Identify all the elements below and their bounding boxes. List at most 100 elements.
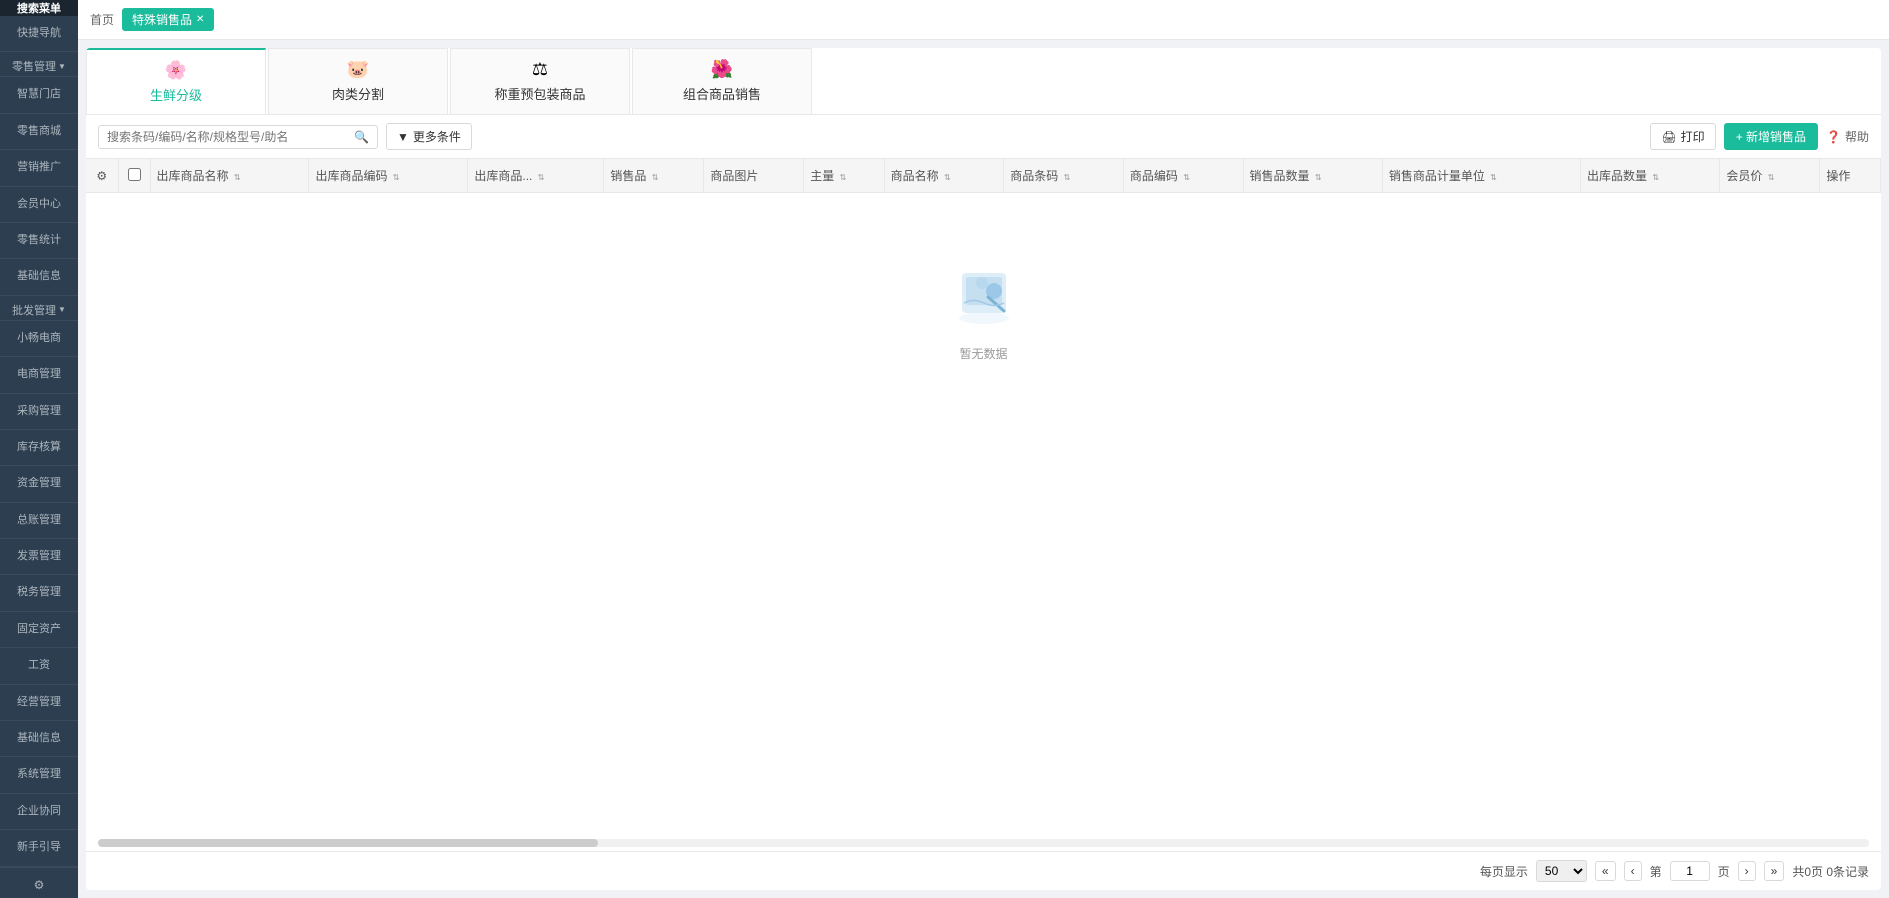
th-operation: 操作 bbox=[1820, 159, 1881, 193]
search-wrap: 🔍 bbox=[98, 125, 378, 149]
empty-state: 暂无数据 bbox=[86, 193, 1881, 422]
th-outbound-spec[interactable]: 出库商品... ⇅ bbox=[468, 159, 604, 193]
close-icon[interactable]: ✕ bbox=[196, 14, 204, 25]
tab-combo-sales[interactable]: 🌺 组合商品销售 bbox=[632, 48, 812, 114]
page-area: 🌸 生鲜分级 🐷 肉类分割 ⚖ 称重预包装商品 🌺 组合商品销售 🔍 bbox=[86, 48, 1881, 890]
sidebar-item-fixed-assets[interactable]: 固定资产 bbox=[0, 612, 78, 648]
main-content: 首页 特殊销售品 ✕ 🌸 生鲜分级 🐷 肉类分割 ⚖ 称重预包装商品 🌺 组合商… bbox=[78, 0, 1889, 898]
tab-meat-cutting[interactable]: 🐷 肉类分割 bbox=[268, 48, 448, 114]
print-icon: 🖨 bbox=[1661, 130, 1676, 144]
sidebar-logo[interactable]: 搜索菜单 bbox=[0, 0, 78, 16]
sidebar-item-operations[interactable]: 经营管理 bbox=[0, 685, 78, 721]
sidebar-item-finance[interactable]: 资金管理 bbox=[0, 466, 78, 502]
sidebar-item-retail-mgmt[interactable]: 零售管理 ▼ bbox=[0, 52, 78, 77]
search-input[interactable] bbox=[107, 130, 350, 144]
sort-icon: ⇅ bbox=[944, 173, 951, 182]
sidebar-item-payroll[interactable]: 工资 bbox=[0, 648, 78, 684]
per-page-select[interactable]: 10 20 50 100 bbox=[1536, 860, 1587, 882]
search-icon: 🔍 bbox=[354, 130, 369, 144]
th-outbound-qty[interactable]: 出库品数量 ⇅ bbox=[1581, 159, 1720, 193]
th-barcode[interactable]: 商品条码 ⇅ bbox=[1004, 159, 1124, 193]
total-records-label: 共0页 0条记录 bbox=[1792, 863, 1869, 880]
page-label-prefix: 第 bbox=[1650, 863, 1662, 880]
print-button[interactable]: 🖨 打印 bbox=[1650, 123, 1715, 150]
sidebar-item-members[interactable]: 会员中心 bbox=[0, 187, 78, 223]
sidebar-item-base-info[interactable]: 基础信息 bbox=[0, 721, 78, 757]
th-outbound-name[interactable]: 出库商品名称 ⇅ bbox=[150, 159, 309, 193]
filter-label: 更多条件 bbox=[413, 128, 461, 145]
sidebar-item-guide[interactable]: 新手引导 bbox=[0, 830, 78, 866]
table-wrap: ⚙ 出库商品名称 ⇅ 出库商品编码 ⇅ 出库商品... ⇅ bbox=[86, 159, 1881, 839]
sort-icon: ⇅ bbox=[1490, 173, 1497, 182]
filter-icon: ▼ bbox=[397, 130, 409, 144]
tab-bar: 🌸 生鲜分级 🐷 肉类分割 ⚖ 称重预包装商品 🌺 组合商品销售 bbox=[86, 48, 1881, 115]
horizontal-scrollbar[interactable] bbox=[98, 839, 1869, 847]
add-sales-item-button[interactable]: + 新增销售品 bbox=[1724, 123, 1818, 150]
chevron-down-icon: ▼ bbox=[58, 62, 66, 71]
sort-icon: ⇅ bbox=[538, 173, 545, 182]
sort-icon: ⇅ bbox=[393, 173, 400, 182]
th-sales-unit[interactable]: 销售商品计量单位 ⇅ bbox=[1382, 159, 1580, 193]
empty-illustration bbox=[944, 253, 1024, 333]
sort-icon: ⇅ bbox=[1183, 173, 1190, 182]
sidebar-item-invoice[interactable]: 发票管理 bbox=[0, 539, 78, 575]
sidebar-item-marketing[interactable]: 营销推广 bbox=[0, 150, 78, 186]
page-label-suffix: 页 bbox=[1718, 863, 1730, 880]
th-outbound-code[interactable]: 出库商品编码 ⇅ bbox=[309, 159, 468, 193]
sidebar-item-ecommerce-mini[interactable]: 小畅电商 bbox=[0, 321, 78, 357]
breadcrumb-current: 特殊销售品 ✕ bbox=[122, 8, 214, 31]
sidebar-item-enterprise[interactable]: 企业协同 bbox=[0, 794, 78, 830]
first-page-button[interactable]: « bbox=[1595, 861, 1616, 881]
th-member-price[interactable]: 会员价 ⇅ bbox=[1720, 159, 1820, 193]
meat-cutting-icon: 🐷 bbox=[347, 59, 369, 80]
empty-text: 暂无数据 bbox=[959, 345, 1007, 362]
th-image: 商品图片 bbox=[704, 159, 804, 193]
toolbar-right: 🖨 打印 + 新增销售品 ❓ 帮助 bbox=[1650, 123, 1869, 150]
sidebar-item-ecommerce-mgmt[interactable]: 电商管理 bbox=[0, 357, 78, 393]
tab-weigh-prepack[interactable]: ⚖ 称重预包装商品 bbox=[450, 48, 630, 114]
sidebar-item-wholesale[interactable]: 批发管理 ▼ bbox=[0, 296, 78, 321]
sort-icon: ⇅ bbox=[652, 173, 659, 182]
fresh-grading-icon: 🌸 bbox=[165, 60, 187, 81]
sidebar-item-retail-stats[interactable]: 零售统计 bbox=[0, 223, 78, 259]
sidebar-item-purchase[interactable]: 采购管理 bbox=[0, 394, 78, 430]
sort-icon: ⇅ bbox=[234, 173, 241, 182]
th-sales-qty[interactable]: 销售品数量 ⇅ bbox=[1243, 159, 1382, 193]
prev-page-button[interactable]: ‹ bbox=[1624, 861, 1642, 881]
sidebar-item-smart-store[interactable]: 智慧门店 bbox=[0, 77, 78, 113]
sort-icon: ⇅ bbox=[840, 173, 847, 182]
th-checkbox[interactable] bbox=[118, 159, 150, 193]
th-settings[interactable]: ⚙ bbox=[86, 159, 118, 193]
th-product-name[interactable]: 商品名称 ⇅ bbox=[884, 159, 1004, 193]
th-product-code[interactable]: 商品编码 ⇅ bbox=[1123, 159, 1243, 193]
sort-icon: ⇅ bbox=[1652, 173, 1659, 182]
help-icon: ❓ bbox=[1826, 130, 1841, 144]
page-number-input[interactable] bbox=[1670, 861, 1710, 881]
th-sales-item[interactable]: 销售品 ⇅ bbox=[604, 159, 704, 193]
main-table: ⚙ 出库商品名称 ⇅ 出库商品编码 ⇅ 出库商品... ⇅ bbox=[86, 159, 1881, 193]
sidebar-item-ledger[interactable]: 总账管理 bbox=[0, 503, 78, 539]
scrollbar-thumb[interactable] bbox=[98, 839, 598, 847]
combo-sales-icon: 🌺 bbox=[711, 59, 733, 80]
last-page-button[interactable]: » bbox=[1764, 861, 1785, 881]
sidebar-item-nav[interactable]: 快捷导航 bbox=[0, 16, 78, 52]
breadcrumb-home[interactable]: 首页 bbox=[90, 11, 114, 28]
sidebar-settings-btn[interactable]: ⚙ bbox=[0, 867, 78, 898]
select-all-checkbox[interactable] bbox=[128, 168, 141, 181]
sort-icon: ⇅ bbox=[1064, 173, 1071, 182]
table-header-row: ⚙ 出库商品名称 ⇅ 出库商品编码 ⇅ 出库商品... ⇅ bbox=[86, 159, 1881, 193]
filter-button[interactable]: ▼ 更多条件 bbox=[386, 123, 472, 150]
breadcrumb-current-label: 特殊销售品 bbox=[132, 11, 192, 28]
next-page-button[interactable]: › bbox=[1738, 861, 1756, 881]
th-gross-weight[interactable]: 主量 ⇅ bbox=[804, 159, 884, 193]
sidebar-item-tax[interactable]: 税务管理 bbox=[0, 575, 78, 611]
help-button[interactable]: ❓ 帮助 bbox=[1826, 128, 1869, 145]
sidebar-item-retail-mall[interactable]: 零售商城 bbox=[0, 114, 78, 150]
sidebar-item-system[interactable]: 系统管理 bbox=[0, 757, 78, 793]
sidebar: 搜索菜单 快捷导航 零售管理 ▼ 智慧门店 零售商城 营销推广 会员中心 零售统… bbox=[0, 0, 78, 898]
sidebar-item-inventory[interactable]: 库存核算 bbox=[0, 430, 78, 466]
chevron-down-icon: ▼ bbox=[58, 305, 66, 314]
sidebar-item-base-info-retail[interactable]: 基础信息 bbox=[0, 259, 78, 295]
per-page-label: 每页显示 bbox=[1480, 863, 1528, 880]
tab-fresh-grading[interactable]: 🌸 生鲜分级 bbox=[86, 48, 266, 114]
